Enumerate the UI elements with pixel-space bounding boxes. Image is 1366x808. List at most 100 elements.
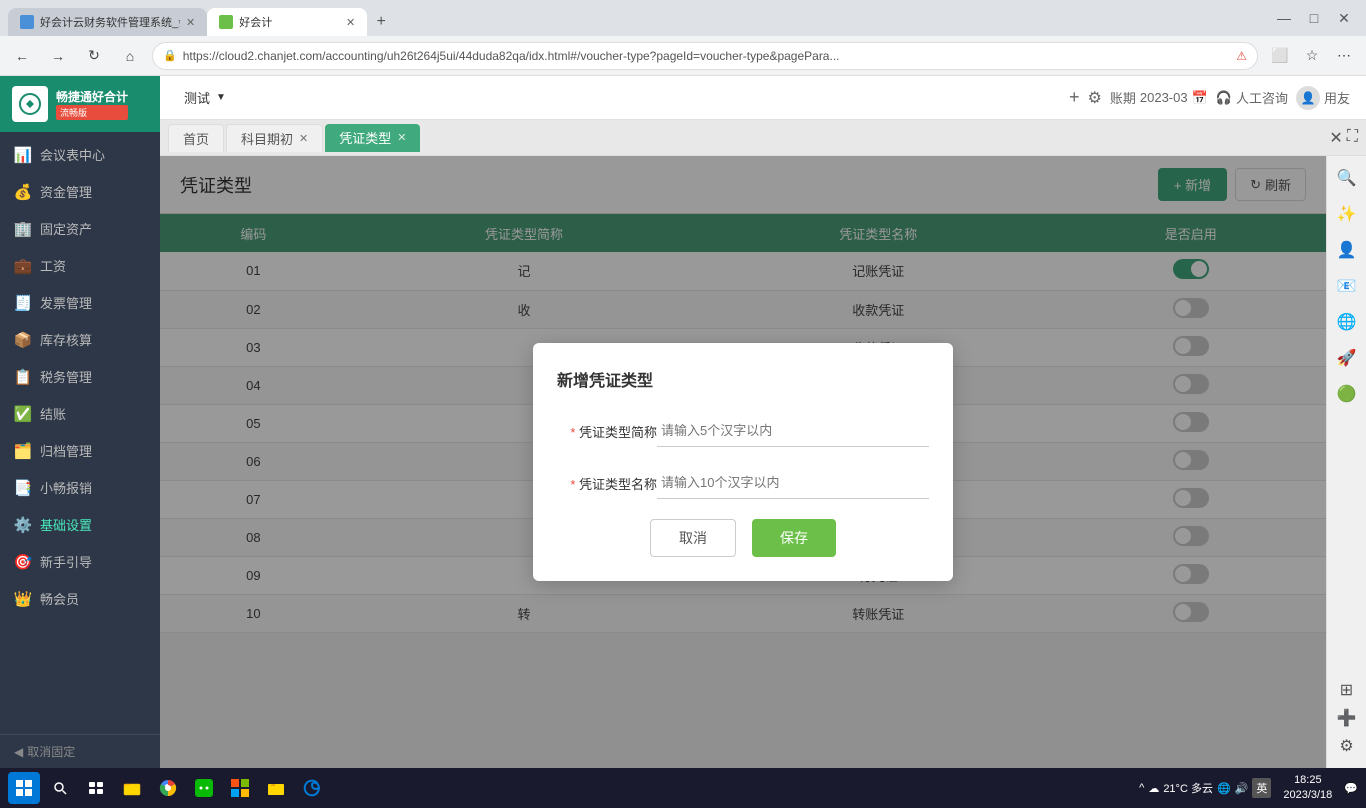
company-name: 测试 bbox=[184, 88, 210, 107]
sidebar-item-settlement[interactable]: ✅ 结账 bbox=[0, 395, 160, 432]
back-button[interactable]: ← bbox=[8, 42, 36, 70]
inventory-icon: 📦 bbox=[14, 331, 32, 349]
chrome-taskbar[interactable] bbox=[152, 772, 184, 804]
modal-actions: 取消 保存 bbox=[557, 519, 929, 557]
short-input[interactable] bbox=[657, 415, 929, 447]
name-input[interactable] bbox=[657, 467, 929, 499]
security-warning-icon: ⚠ bbox=[1236, 49, 1247, 63]
tab-title-2: 好会计 bbox=[239, 14, 272, 30]
edge-icon[interactable]: 🌐 bbox=[1333, 308, 1361, 336]
sidebar-item-assets[interactable]: 🏢 固定资产 bbox=[0, 210, 160, 247]
tab-close-2[interactable]: ✕ bbox=[346, 16, 355, 29]
consult-button[interactable]: 🎧 人工咨询 bbox=[1216, 88, 1288, 107]
sidebar: 畅捷通好合计 流畅版 📊 会议表中心 💰 资金管理 🏢 固定资产 💼 工资 bbox=[0, 76, 160, 768]
pin-icon: ◀ bbox=[14, 745, 23, 759]
consult-label: 人工咨询 bbox=[1236, 88, 1288, 107]
tab-subjects-close[interactable]: ✕ bbox=[299, 132, 308, 145]
invoice-icon: 🧾 bbox=[14, 294, 32, 312]
sidebar-item-funds[interactable]: 💰 资金管理 bbox=[0, 173, 160, 210]
guide-icon: 🎯 bbox=[14, 553, 32, 571]
app1-icon[interactable]: 🚀 bbox=[1333, 344, 1361, 372]
content-with-panel: 凭证类型 + 新增 ↻ 刷新 编码 凭证类型 bbox=[160, 156, 1366, 768]
browser-tab-1[interactable]: 好会计云财务软件管理系统_会计 ✕ bbox=[8, 8, 207, 36]
expand-icon[interactable]: ⛶ bbox=[1347, 128, 1358, 148]
user-info[interactable]: 👤 用友 bbox=[1296, 86, 1350, 110]
form-row-name: 凭证类型名称 bbox=[557, 467, 929, 499]
cancel-pin-button[interactable]: ◀ 取消固定 bbox=[0, 734, 160, 768]
add-right-icon[interactable]: ➕ bbox=[1333, 704, 1361, 732]
explorer-taskbar[interactable] bbox=[116, 772, 148, 804]
close-button[interactable]: ✕ bbox=[1330, 4, 1358, 32]
expense-icon: 📑 bbox=[14, 479, 32, 497]
address-bar[interactable]: 🔒 https://cloud2.chanjet.com/accounting/… bbox=[152, 42, 1258, 70]
outlook-icon[interactable]: 📧 bbox=[1333, 272, 1361, 300]
weather-text: 21°C 多云 bbox=[1163, 780, 1213, 796]
sidebar-item-tax[interactable]: 📋 税务管理 bbox=[0, 358, 160, 395]
sidebar-item-dashboard[interactable]: 📊 会议表中心 bbox=[0, 136, 160, 173]
app2-icon[interactable]: 🟢 bbox=[1333, 380, 1361, 408]
sidebar-label-dashboard: 会议表中心 bbox=[40, 145, 105, 164]
sidebar-label-archive: 归档管理 bbox=[40, 441, 92, 460]
refresh-button[interactable]: ↻ bbox=[80, 42, 108, 70]
extensions-icon[interactable]: ⬜ bbox=[1266, 42, 1294, 70]
company-selector[interactable]: 测试 ▼ bbox=[176, 84, 234, 111]
lock-icon: 🔒 bbox=[163, 49, 177, 62]
maximize-button[interactable]: □ bbox=[1300, 4, 1328, 32]
tab-favicon-2 bbox=[219, 15, 233, 29]
sidebar-item-invoice[interactable]: 🧾 发票管理 bbox=[0, 284, 160, 321]
tab-home[interactable]: 首页 bbox=[168, 124, 224, 152]
collapse-icon[interactable]: ✕ bbox=[1329, 128, 1342, 148]
grid-icon[interactable]: ⊞ bbox=[1333, 676, 1361, 704]
tray-expand[interactable]: ^ bbox=[1139, 782, 1144, 794]
cancel-button-modal[interactable]: 取消 bbox=[650, 519, 736, 557]
search-right-icon[interactable]: 🔍 bbox=[1333, 164, 1361, 192]
taskbar-clock[interactable]: 18:25 2023/3/18 bbox=[1275, 773, 1340, 804]
favorites-icon[interactable]: ☆ bbox=[1298, 42, 1326, 70]
calendar-icon[interactable]: 📅 bbox=[1192, 90, 1208, 106]
settings-gear-icon[interactable]: ⚙ bbox=[1088, 88, 1102, 108]
tab-title-1: 好会计云财务软件管理系统_会计 bbox=[40, 14, 180, 30]
ai-icon[interactable]: ✨ bbox=[1333, 200, 1361, 228]
browser-tab-2[interactable]: 好会计 ✕ bbox=[207, 8, 367, 36]
sidebar-item-salary[interactable]: 💼 工资 bbox=[0, 247, 160, 284]
home-button[interactable]: ⌂ bbox=[116, 42, 144, 70]
network-icon: 🌐 bbox=[1217, 782, 1231, 795]
tab-close-1[interactable]: ✕ bbox=[186, 16, 195, 29]
profile-icon[interactable]: 👤 bbox=[1333, 236, 1361, 264]
sidebar-item-expense[interactable]: 📑 小畅报销 bbox=[0, 469, 160, 506]
salary-icon: 💼 bbox=[14, 257, 32, 275]
sidebar-item-member[interactable]: 👑 畅会员 bbox=[0, 580, 160, 617]
add-button[interactable]: + bbox=[1069, 87, 1080, 108]
edge-taskbar[interactable] bbox=[296, 772, 328, 804]
sidebar-label-settlement: 结账 bbox=[40, 404, 66, 423]
tab-subjects[interactable]: 科目期初 ✕ bbox=[226, 124, 323, 152]
save-button-modal[interactable]: 保存 bbox=[752, 519, 836, 557]
task-view-taskbar[interactable] bbox=[80, 772, 112, 804]
settings-right-icon[interactable]: ⚙ bbox=[1333, 732, 1361, 760]
wechat-taskbar[interactable] bbox=[188, 772, 220, 804]
store-taskbar[interactable] bbox=[224, 772, 256, 804]
files-taskbar[interactable] bbox=[260, 772, 292, 804]
sidebar-label-assets: 固定资产 bbox=[40, 219, 92, 238]
start-button[interactable] bbox=[8, 772, 40, 804]
sidebar-label-guide: 新手引导 bbox=[40, 552, 92, 571]
search-taskbar[interactable] bbox=[44, 772, 76, 804]
sidebar-item-settings[interactable]: ⚙️ 基础设置 bbox=[0, 506, 160, 543]
tab-voucher-type[interactable]: 凭证类型 ✕ bbox=[325, 124, 420, 152]
sidebar-item-guide[interactable]: 🎯 新手引导 bbox=[0, 543, 160, 580]
headset-icon: 🎧 bbox=[1216, 90, 1232, 106]
new-tab-button[interactable]: + bbox=[367, 8, 395, 36]
sidebar-item-archive[interactable]: 🗂️ 归档管理 bbox=[0, 432, 160, 469]
sidebar-label-invoice: 发票管理 bbox=[40, 293, 92, 312]
tab-voucher-close[interactable]: ✕ bbox=[397, 131, 406, 144]
minimize-button[interactable]: — bbox=[1270, 4, 1298, 32]
settings-icon[interactable]: ⋯ bbox=[1330, 42, 1358, 70]
main-area: 测试 ▼ + ⚙ 账期 2023-03 📅 🎧 人工咨询 👤 用友 bbox=[160, 76, 1366, 768]
browser-chrome: 好会计云财务软件管理系统_会计 ✕ 好会计 ✕ + — □ ✕ bbox=[0, 0, 1366, 36]
archive-icon: 🗂️ bbox=[14, 442, 32, 460]
language-indicator[interactable]: 英 bbox=[1252, 778, 1271, 798]
notification-icon[interactable]: 💬 bbox=[1344, 782, 1358, 795]
sidebar-item-inventory[interactable]: 📦 库存核算 bbox=[0, 321, 160, 358]
forward-button[interactable]: → bbox=[44, 42, 72, 70]
modal-overlay[interactable]: 新增凭证类型 凭证类型简称 凭证类型名称 取消 保存 bbox=[160, 156, 1326, 768]
